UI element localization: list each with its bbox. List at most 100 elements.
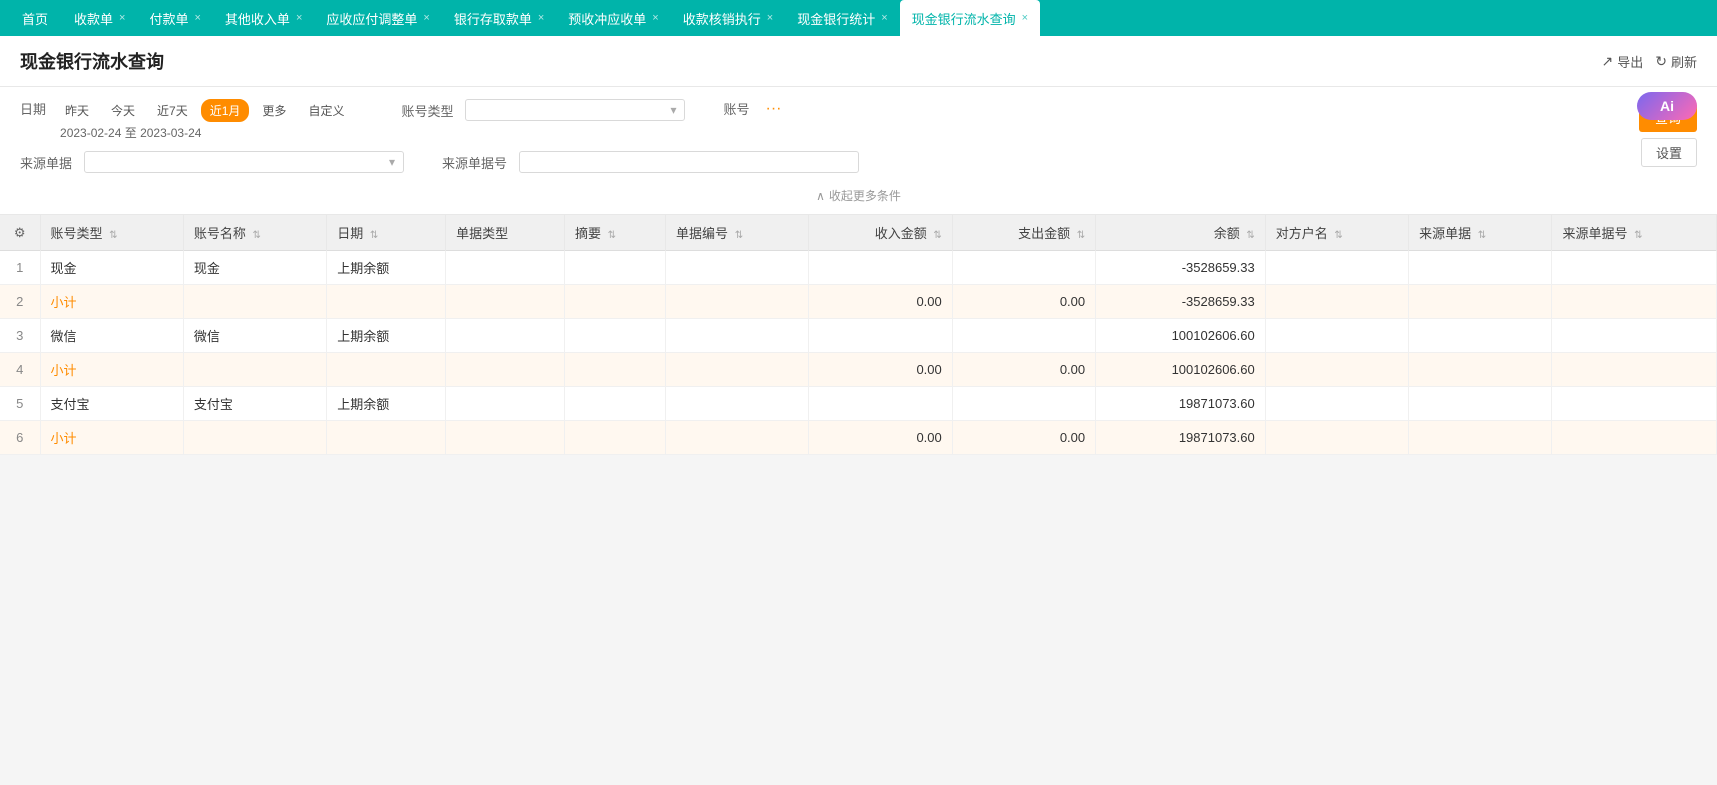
cell-expense: 0.00 [952,421,1095,455]
subtotal-label: 小计 [51,295,77,310]
source-doc-select[interactable]: ▾ [84,151,404,173]
table-body: 1 现金 现金 上期余额 -3528659.33 2 小计 0.00 0.00 … [0,251,1717,455]
col-income[interactable]: 收入金额 ⇅ [809,215,952,251]
cell-doc-no [666,285,809,319]
account-type-select[interactable]: ▾ [465,99,685,121]
account-dots-button[interactable]: ··· [761,100,785,118]
cell-source-doc [1409,353,1552,387]
table-row[interactable]: 3 微信 微信 上期余额 100102606.60 [0,319,1717,353]
cell-balance: 100102606.60 [1096,319,1266,353]
cell-balance: 19871073.60 [1096,387,1266,421]
table-row[interactable]: 1 现金 现金 上期余额 -3528659.33 [0,251,1717,285]
cell-expense: 0.00 [952,353,1095,387]
cell-doc-type [446,319,565,353]
date-btn-7days[interactable]: 近7天 [148,99,197,122]
date-btn-more[interactable]: 更多 [253,99,295,122]
ai-button[interactable]: Ai [1637,92,1697,120]
nav-tab-8[interactable]: 现金银行流水查询 × [900,0,1040,36]
cell-income: 0.00 [809,421,952,455]
date-range-display: 2023-02-24 至 2023-03-24 [60,124,353,141]
cell-account-type: 小计 [40,285,183,319]
close-tab-4-icon[interactable]: × [538,12,544,24]
cell-source-doc-no [1552,319,1717,353]
sort-income-icon: ⇅ [933,230,941,241]
column-settings-icon[interactable]: ⚙ [0,215,40,251]
source-doc-no-label: 来源单据号 [442,153,507,172]
nav-tab-4[interactable]: 银行存取款单 × [442,0,556,36]
close-tab-3-icon[interactable]: × [423,12,429,24]
table-row[interactable]: 2 小计 0.00 0.00 -3528659.33 [0,285,1717,319]
nav-tab-3[interactable]: 应收应付调整单 × [314,0,441,36]
ai-label: Ai [1660,98,1674,114]
cell-doc-no [666,387,809,421]
col-expense[interactable]: 支出金额 ⇅ [952,215,1095,251]
date-btn-today[interactable]: 今天 [102,99,144,122]
table-row[interactable]: 6 小计 0.00 0.00 19871073.60 [0,421,1717,455]
date-btn-custom[interactable]: 自定义 [299,99,353,122]
account-type-label: 账号类型 [401,101,453,120]
cell-counterpart [1265,285,1408,319]
cell-source-doc [1409,285,1552,319]
cell-doc-type [446,251,565,285]
cell-source-doc-no [1552,387,1717,421]
cell-summary [565,285,666,319]
data-table-container: ⚙ 账号类型 ⇅ 账号名称 ⇅ 日期 ⇅ 单据类型 摘要 [0,215,1717,455]
close-tab-2-icon[interactable]: × [296,12,302,24]
col-balance[interactable]: 余额 ⇅ [1096,215,1266,251]
cell-date [327,353,446,387]
col-date[interactable]: 日期 ⇅ [327,215,446,251]
source-doc-no-input[interactable] [519,151,859,173]
data-table: ⚙ 账号类型 ⇅ 账号名称 ⇅ 日期 ⇅ 单据类型 摘要 [0,215,1717,455]
close-tab-1-icon[interactable]: × [194,12,200,24]
col-counterpart[interactable]: 对方户名 ⇅ [1265,215,1408,251]
cell-account-type: 支付宝 [40,387,183,421]
cell-doc-no [666,353,809,387]
nav-tab-2[interactable]: 其他收入单 × [213,0,314,36]
close-tab-5-icon[interactable]: × [652,12,658,24]
col-account-type[interactable]: 账号类型 ⇅ [40,215,183,251]
close-tab-0-icon[interactable]: × [119,12,125,24]
export-icon: ↗ [1602,53,1614,70]
cell-income [809,251,952,285]
settings-button[interactable]: 设置 [1641,138,1697,167]
row-index: 5 [0,387,40,421]
header-actions: ↗ 导出 ↻ 刷新 [1602,52,1698,71]
cell-doc-type [446,421,565,455]
close-tab-8-icon[interactable]: × [1022,12,1028,24]
cell-source-doc [1409,319,1552,353]
table-row[interactable]: 5 支付宝 支付宝 上期余额 19871073.60 [0,387,1717,421]
row-index: 2 [0,285,40,319]
close-tab-6-icon[interactable]: × [767,12,773,24]
col-doc-no[interactable]: 单据编号 ⇅ [666,215,809,251]
nav-tab-6[interactable]: 收款核销执行 × [671,0,785,36]
nav-tab-1[interactable]: 付款单 × [137,0,212,36]
cell-summary [565,319,666,353]
refresh-button[interactable]: ↻ 刷新 [1655,52,1697,71]
col-account-name[interactable]: 账号名称 ⇅ [183,215,326,251]
date-btn-1month[interactable]: 近1月 [201,99,250,122]
col-summary[interactable]: 摘要 ⇅ [565,215,666,251]
collapse-bar[interactable]: ∧ 收起更多条件 [20,187,1697,204]
cell-summary [565,421,666,455]
cell-income: 0.00 [809,353,952,387]
cell-expense [952,387,1095,421]
cell-counterpart [1265,421,1408,455]
cell-summary [565,387,666,421]
cell-summary [565,353,666,387]
nav-tab-5[interactable]: 预收冲应收单 × [556,0,670,36]
col-source-doc-no[interactable]: 来源单据号 ⇅ [1552,215,1717,251]
col-source-doc[interactable]: 来源单据 ⇅ [1409,215,1552,251]
export-button[interactable]: ↗ 导出 [1602,52,1644,71]
cell-date [327,285,446,319]
cell-doc-type [446,353,565,387]
row-index: 3 [0,319,40,353]
nav-tab-0[interactable]: 收款单 × [62,0,137,36]
cell-date [327,421,446,455]
close-tab-7-icon[interactable]: × [881,12,887,24]
table-row[interactable]: 4 小计 0.00 0.00 100102606.60 [0,353,1717,387]
date-btn-yesterday[interactable]: 昨天 [56,99,98,122]
date-label: 日期 [20,99,46,118]
nav-home[interactable]: 首页 [8,9,62,28]
col-doc-type[interactable]: 单据类型 [446,215,565,251]
nav-tab-7[interactable]: 现金银行统计 × [785,0,899,36]
